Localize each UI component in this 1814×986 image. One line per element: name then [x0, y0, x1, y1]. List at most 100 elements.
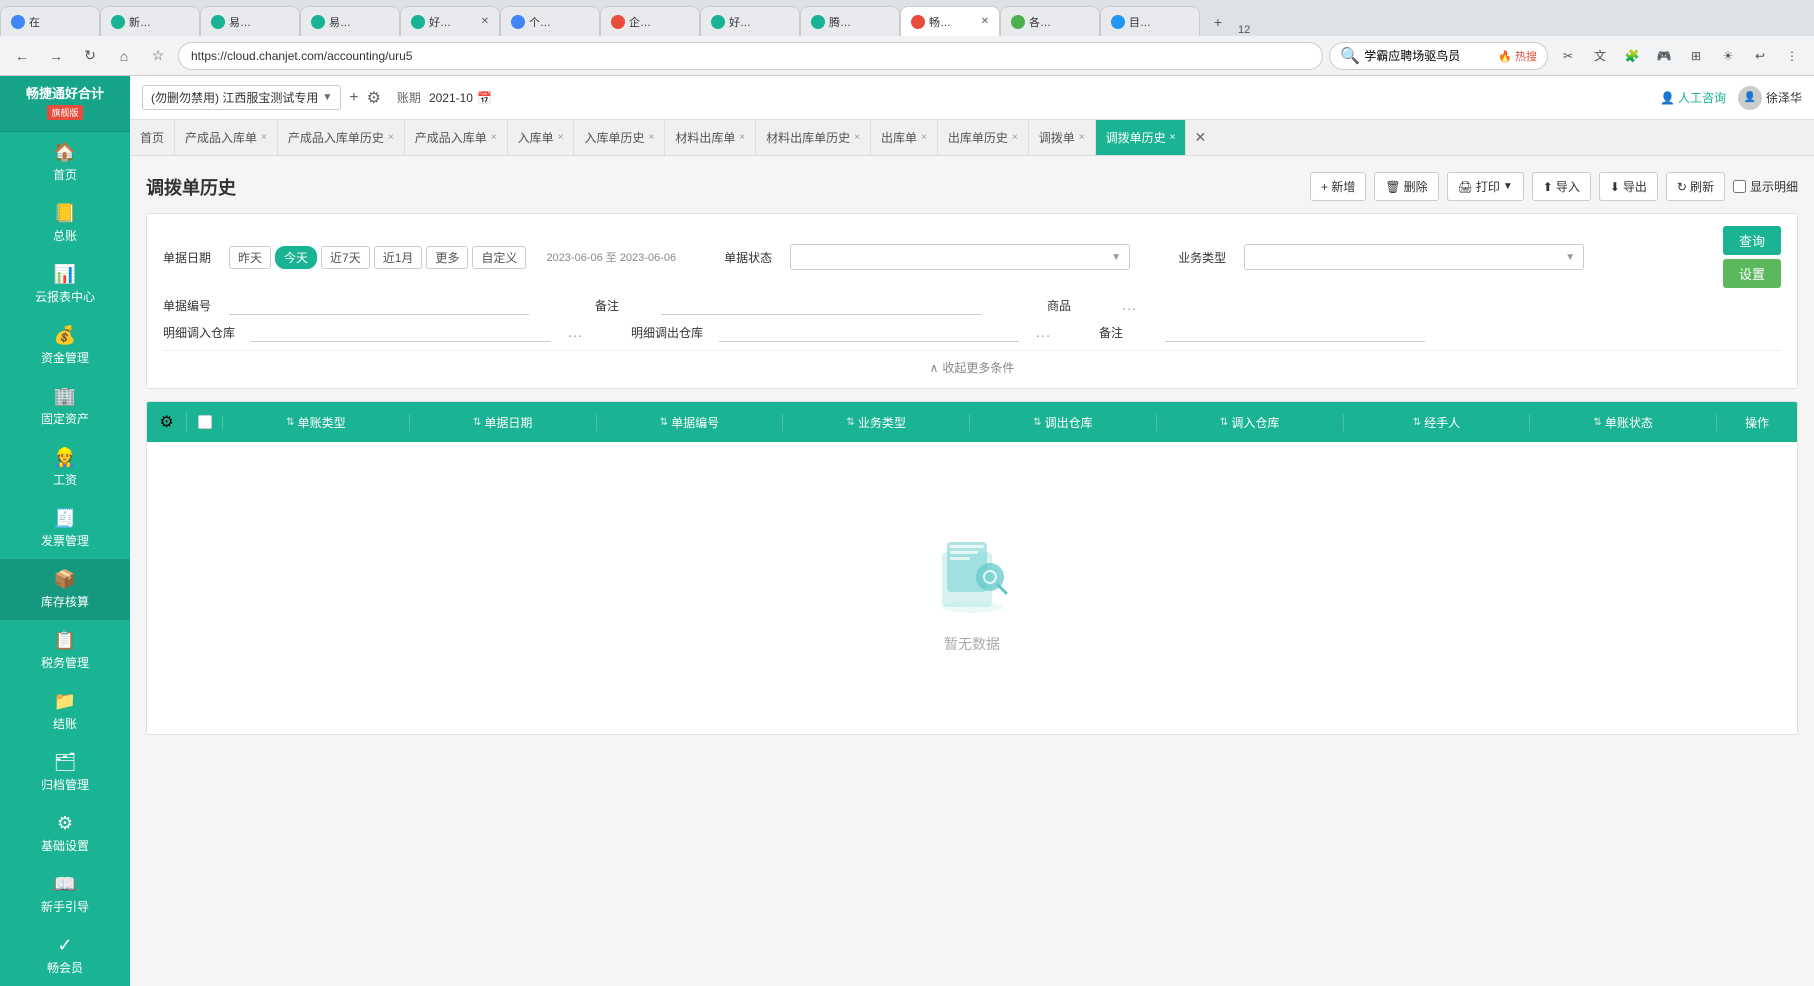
today-btn[interactable]: 今天: [275, 246, 317, 269]
home-button[interactable]: ⌂: [110, 42, 138, 70]
refresh-button[interactable]: ↻ 刷新: [1666, 172, 1725, 201]
th-handler[interactable]: ⇅ 经手人: [1344, 414, 1531, 431]
grid-button[interactable]: ⊞: [1682, 42, 1710, 70]
page-tab-2-close[interactable]: ×: [388, 132, 394, 143]
page-tab-5[interactable]: 入库单历史 ×: [574, 120, 665, 156]
detail-note-input[interactable]: [1165, 323, 1425, 342]
page-tab-5-close[interactable]: ×: [648, 132, 654, 143]
page-tab-11-close[interactable]: ×: [1170, 132, 1176, 143]
reload-button[interactable]: ↻: [76, 42, 104, 70]
page-tab-4[interactable]: 入库单 ×: [508, 120, 575, 156]
yesterday-btn[interactable]: 昨天: [229, 246, 271, 269]
new-button[interactable]: + 新增: [1310, 172, 1366, 201]
th-doc-no[interactable]: ⇅ 单据编号: [597, 414, 784, 431]
page-tab-9-close[interactable]: ×: [1012, 132, 1018, 143]
page-tab-11[interactable]: 调拨单历史 ×: [1096, 120, 1187, 156]
scissors-button[interactable]: ✂: [1554, 42, 1582, 70]
page-tab-3-close[interactable]: ×: [491, 132, 497, 143]
browser-tab-9[interactable]: 腾…: [800, 6, 900, 36]
company-settings-button[interactable]: ⚙: [367, 88, 381, 108]
status-select[interactable]: ▼: [790, 244, 1130, 270]
detail-out-input[interactable]: [719, 323, 1019, 342]
sidebar-item-home[interactable]: 🏠 首页: [0, 132, 130, 193]
page-tab-10-close[interactable]: ×: [1079, 132, 1085, 143]
tab-close-5[interactable]: ✕: [481, 16, 489, 27]
sidebar-item-closing[interactable]: 📁 结账: [0, 681, 130, 742]
sidebar-item-basic-settings[interactable]: ⚙ 基础设置: [0, 803, 130, 864]
page-tab-8-close[interactable]: ×: [921, 132, 927, 143]
export-button[interactable]: ⬇ 导出: [1599, 172, 1658, 201]
th-doc-type[interactable]: ⇅ 单账类型: [223, 414, 410, 431]
browser-tab-2[interactable]: 新…: [100, 6, 200, 36]
service-link[interactable]: 👤 人工咨询: [1660, 89, 1726, 106]
search-input[interactable]: [1364, 49, 1494, 63]
doc-no-input[interactable]: [229, 296, 529, 315]
collapse-button[interactable]: ∧ 收起更多条件: [163, 350, 1781, 376]
browser-tab-6[interactable]: 个…: [500, 6, 600, 36]
close-all-tabs-button[interactable]: ✕: [1186, 129, 1214, 146]
browser-tab-7[interactable]: 企…: [600, 6, 700, 36]
sidebar-item-guide[interactable]: 📖 新手引导: [0, 864, 130, 925]
add-company-button[interactable]: +: [349, 89, 358, 107]
th-in-warehouse[interactable]: ⇅ 调入仓库: [1157, 414, 1344, 431]
page-tab-7[interactable]: 材料出库单历史 ×: [756, 120, 871, 156]
brightness-button[interactable]: ☀: [1714, 42, 1742, 70]
page-tab-home[interactable]: 首页: [130, 120, 175, 156]
menu-button[interactable]: ⋮: [1778, 42, 1806, 70]
back-button[interactable]: ←: [8, 42, 36, 70]
address-bar[interactable]: [178, 42, 1323, 70]
page-tab-1-close[interactable]: ×: [261, 132, 267, 143]
page-tab-6[interactable]: 材料出库单 ×: [665, 120, 756, 156]
business-type-select[interactable]: ▼: [1244, 244, 1584, 270]
note-input[interactable]: [661, 296, 981, 315]
th-biz-type[interactable]: ⇅ 业务类型: [783, 414, 970, 431]
show-columns-toggle[interactable]: 显示明细: [1733, 178, 1798, 195]
browser-tab-10[interactable]: 畅… ✕: [900, 6, 1000, 36]
page-tab-2[interactable]: 产成品入库单历史 ×: [278, 120, 405, 156]
browser-tab-4[interactable]: 易…: [300, 6, 400, 36]
import-button[interactable]: ⬆ 导入: [1532, 172, 1591, 201]
print-button[interactable]: 🖨 打印 ▼: [1447, 172, 1524, 201]
company-selector[interactable]: (勿删勿禁用) 江西服宝测试专用 ▼: [142, 85, 341, 110]
sidebar-item-wages[interactable]: 👷 工资: [0, 437, 130, 498]
detail-in-input[interactable]: [251, 323, 551, 342]
query-button[interactable]: 查询: [1723, 226, 1781, 255]
undo-button[interactable]: ↩: [1746, 42, 1774, 70]
th-status[interactable]: ⇅ 单账状态: [1530, 414, 1717, 431]
gamepad-button[interactable]: 🎮: [1650, 42, 1678, 70]
page-tab-1[interactable]: 产成品入库单 ×: [175, 120, 278, 156]
extensions-button[interactable]: 🧩: [1618, 42, 1646, 70]
tab-close-10[interactable]: ✕: [981, 16, 989, 27]
new-tab-button[interactable]: +: [1204, 8, 1232, 36]
delete-button[interactable]: 🗑 删除: [1374, 172, 1438, 201]
settings-button[interactable]: 设置: [1723, 259, 1781, 288]
th-doc-date[interactable]: ⇅ 单据日期: [410, 414, 597, 431]
sidebar-item-invoice[interactable]: 🧾 发票管理: [0, 498, 130, 559]
sidebar-item-archive[interactable]: 🗂 归档管理: [0, 742, 130, 803]
sidebar-item-inventory[interactable]: 📦 库存核算: [0, 559, 130, 620]
th-out-warehouse[interactable]: ⇅ 调出仓库: [970, 414, 1157, 431]
goods-selector-dots[interactable]: …: [1121, 297, 1137, 315]
sidebar-item-fixed-assets[interactable]: 🏢 固定资产: [0, 376, 130, 437]
table-select-all-checkbox[interactable]: [187, 415, 223, 429]
page-tab-10[interactable]: 调拨单 ×: [1029, 120, 1096, 156]
page-tab-4-close[interactable]: ×: [558, 132, 564, 143]
bookmark-button[interactable]: ☆: [144, 42, 172, 70]
browser-tab-8[interactable]: 好…: [700, 6, 800, 36]
sidebar-item-membership[interactable]: ✓ 畅会员: [0, 925, 130, 986]
browser-tab-11[interactable]: 各…: [1000, 6, 1100, 36]
custom-date-btn[interactable]: 自定义: [472, 246, 526, 269]
sidebar-item-ledger[interactable]: 📒 总账: [0, 193, 130, 254]
user-menu[interactable]: 👤 徐泽华: [1738, 86, 1802, 110]
forward-button[interactable]: →: [42, 42, 70, 70]
browser-tab-5[interactable]: 好… ✕: [400, 6, 500, 36]
select-all-checkbox-box[interactable]: [198, 415, 212, 429]
sidebar-item-cloud-reports[interactable]: 📊 云报表中心: [0, 254, 130, 315]
period-value[interactable]: 2021-10 📅: [429, 91, 492, 105]
sidebar-item-capital[interactable]: 💰 资金管理: [0, 315, 130, 376]
last1month-btn[interactable]: 近1月: [374, 246, 423, 269]
table-settings-icon[interactable]: ⚙: [147, 412, 187, 432]
detail-in-dots[interactable]: …: [567, 324, 583, 342]
browser-tab-1[interactable]: 在: [0, 6, 100, 36]
page-tab-8[interactable]: 出库单 ×: [871, 120, 938, 156]
